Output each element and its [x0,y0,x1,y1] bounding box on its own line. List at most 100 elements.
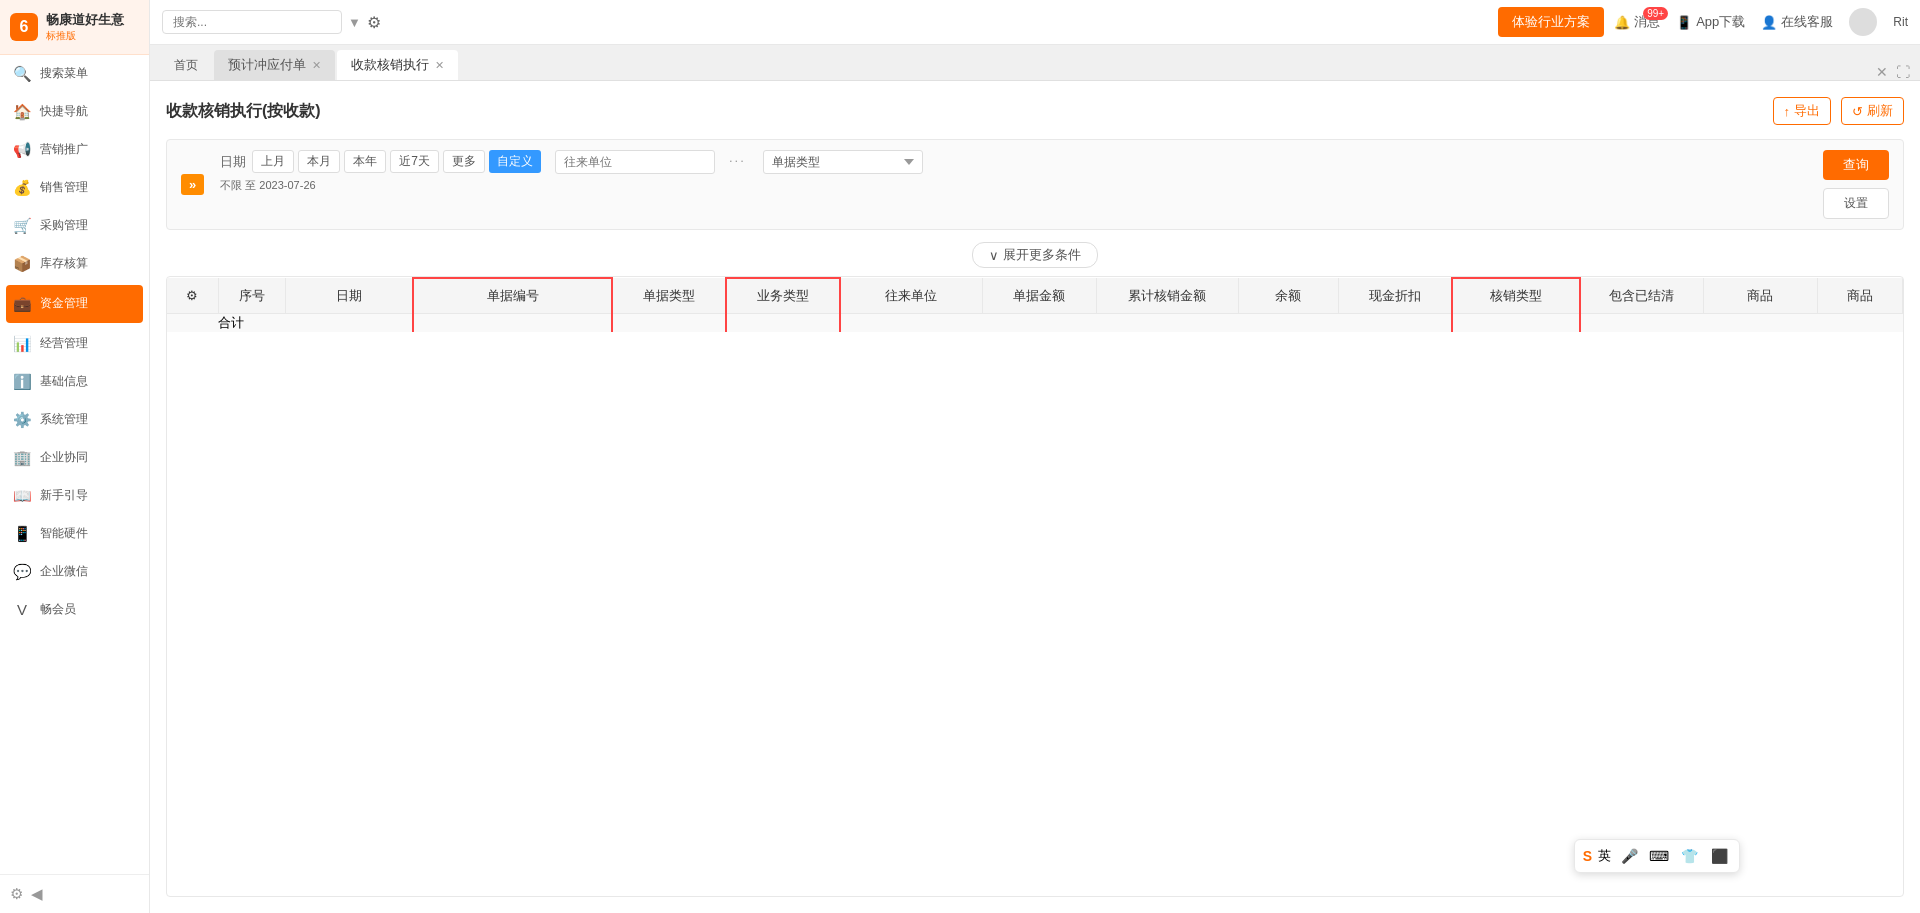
page-title: 收款核销执行(按收款) [166,101,321,122]
filter-expand-button[interactable]: » [181,174,204,195]
tab-expand-icon[interactable]: ⛶ [1896,64,1910,80]
gear-icon: ⚙️ [12,411,32,429]
mic-icon[interactable]: 🎤 [1617,844,1641,868]
sidebar-item-label: 新手引导 [40,487,88,504]
sidebar-bottom: ⚙ ◀ [0,874,149,913]
page-header: 收款核销执行(按收款) ↑ 导出 ↺ 刷新 [166,97,1904,125]
table-gear-icon[interactable]: ⚙ [186,288,198,303]
topbar-search-input[interactable] [162,10,342,34]
sidebar-item-hardware[interactable]: 📱 智能硬件 [0,515,149,553]
more-filters-icon[interactable]: ... [729,150,749,165]
sidebar-item-newbie[interactable]: 📖 新手引导 [0,477,149,515]
collapse-icon[interactable]: ◀ [31,885,43,903]
avatar [1849,8,1877,36]
topbar-gear-icon[interactable]: ⚙ [367,13,381,32]
sidebar-item-label: 库存核算 [40,255,88,272]
home-icon: 🏠 [12,103,32,121]
sidebar-item-operations[interactable]: 📊 经营管理 [0,325,149,363]
username[interactable]: Rit [1893,15,1908,29]
footer-bill-amount [982,314,1096,333]
sidebar-item-basic[interactable]: ℹ️ 基础信息 [0,363,149,401]
industry-solution-button[interactable]: 体验行业方案 [1498,7,1604,37]
footer-row: 合计 [167,314,1903,333]
box-icon: 📦 [12,255,32,273]
sidebar-item-search[interactable]: 🔍 搜索菜单 [0,55,149,93]
export-button[interactable]: ↑ 导出 [1773,97,1832,125]
footer-total-offset [1096,314,1238,333]
sidebar-item-label: 搜索菜单 [40,65,88,82]
tab-home[interactable]: 首页 [160,51,212,80]
footer-goods2 [1817,314,1903,333]
app-logo-icon: 6 [10,13,38,41]
tab-close-all-icon[interactable]: ✕ [1876,64,1888,80]
th-seq: 序号 [218,278,285,314]
footer-offset-type [1452,314,1580,333]
data-table-container: ⚙ 序号 日期 单据编号 单据类型 业务类型 往来单位 单据金额 累计核销金额 … [166,276,1904,897]
tab-collection[interactable]: 收款核销执行 ✕ [337,50,458,80]
phone-icon: 📱 [1676,15,1692,30]
apps-icon[interactable]: ⬛ [1707,844,1731,868]
th-gear[interactable]: ⚙ [167,278,218,314]
sidebar-item-wechat[interactable]: 💬 企业微信 [0,553,149,591]
this-month-btn[interactable]: 本月 [298,150,340,173]
data-table: ⚙ 序号 日期 单据编号 单据类型 业务类型 往来单位 单据金额 累计核销金额 … [167,277,1903,332]
sidebar-item-finance[interactable]: 💼 资金管理 [6,285,143,323]
sidebar-item-quicknav[interactable]: 🏠 快捷导航 [0,93,149,131]
tab-close-icon[interactable]: ✕ [435,59,444,72]
tabs-right: ✕ ⛶ [1876,64,1910,80]
shirt-icon[interactable]: 👕 [1677,844,1701,868]
footer-label: 合计 [218,314,413,333]
footer-bill-type [612,314,726,333]
custom-date-btn[interactable]: 自定义 [489,150,541,173]
expand-more-bar: ∨ 展开更多条件 [166,242,1904,268]
footer-partner [840,314,982,333]
sidebar-item-sales[interactable]: 💰 销售管理 [0,169,149,207]
chart-icon: 📊 [12,335,32,353]
sidebar-item-vip[interactable]: V 畅会员 [0,591,149,628]
sidebar-item-label: 经营管理 [40,335,88,352]
sidebar-item-label: 智能硬件 [40,525,88,542]
date-range: 不限 至 2023-07-26 [220,178,541,193]
sidebar-item-purchase[interactable]: 🛒 采购管理 [0,207,149,245]
more-date-btn[interactable]: 更多 [443,150,485,173]
sidebar-item-enterprise[interactable]: 🏢 企业协同 [0,439,149,477]
th-biz-type: 业务类型 [726,278,840,314]
partner-input[interactable] [555,150,715,174]
page-actions: ↑ 导出 ↺ 刷新 [1773,97,1905,125]
filter-settings-button[interactable]: 设置 [1823,188,1889,219]
settings-bottom-icon[interactable]: ⚙ [10,885,23,903]
tab-close-icon[interactable]: ✕ [312,59,321,72]
query-button[interactable]: 查询 [1823,150,1889,180]
keyboard-icon[interactable]: ⌨ [1647,844,1671,868]
table-header-row: ⚙ 序号 日期 单据编号 单据类型 业务类型 往来单位 单据金额 累计核销金额 … [167,278,1903,314]
topbar-online-service[interactable]: 👤 在线客服 [1761,13,1833,31]
last-7-days-btn[interactable]: 近7天 [390,150,439,173]
this-year-btn[interactable]: 本年 [344,150,386,173]
th-offset-type: 核销类型 [1452,278,1580,314]
filter-dots: ... [729,150,749,165]
topbar-message[interactable]: 🔔 消息 99+ [1614,13,1660,31]
sidebar-item-label: 快捷导航 [40,103,88,120]
tab-prepay[interactable]: 预计冲应付单 ✕ [214,50,335,80]
expand-more-button[interactable]: ∨ 展开更多条件 [972,242,1098,268]
sougou-input-bar: S 英 🎤 ⌨ 👕 ⬛ [1574,839,1740,873]
sidebar-item-system[interactable]: ⚙️ 系统管理 [0,401,149,439]
date-label: 日期 [220,153,246,171]
sougou-label: 英 [1598,847,1611,865]
bill-type-select[interactable]: 单据类型 [763,150,923,174]
sidebar-item-label: 采购管理 [40,217,88,234]
chevron-down-icon[interactable]: ▼ [348,15,361,30]
main-area: ▼ ⚙ 体验行业方案 🔔 消息 99+ 📱 App下载 👤 在线客服 Rit 首… [150,0,1920,913]
footer-balance [1239,314,1339,333]
topbar-search-area: ▼ ⚙ [162,10,1488,34]
cart-icon: 🛒 [12,217,32,235]
sidebar-item-marketing[interactable]: 📢 营销推广 [0,131,149,169]
last-month-btn[interactable]: 上月 [252,150,294,173]
sidebar-item-inventory[interactable]: 📦 库存核算 [0,245,149,283]
refresh-button[interactable]: ↺ 刷新 [1841,97,1904,125]
topbar-app-download[interactable]: 📱 App下载 [1676,13,1745,31]
expand-icon: ∨ [989,248,999,263]
sidebar-logo: 6 畅康道好生意 标推版 [0,0,149,55]
vip-icon: V [12,601,32,618]
sidebar-item-label: 企业微信 [40,563,88,580]
